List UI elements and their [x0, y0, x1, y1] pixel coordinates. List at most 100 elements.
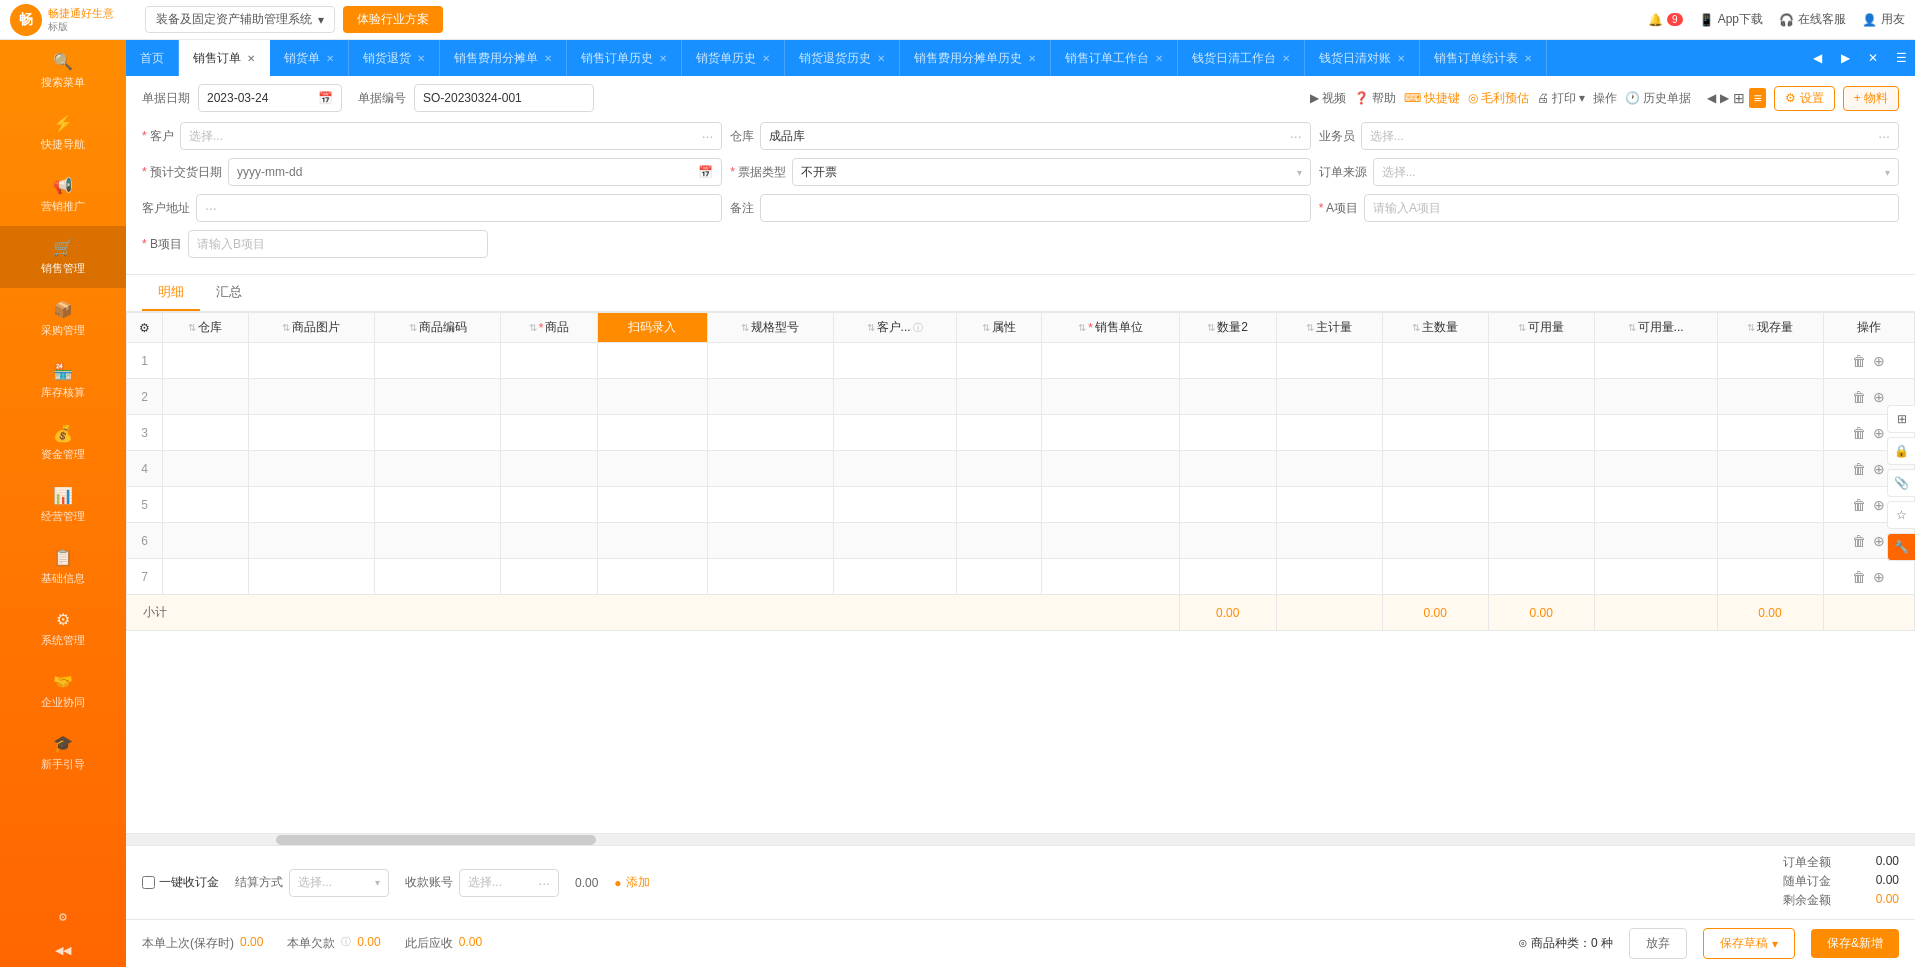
cell-2-1[interactable] — [163, 379, 249, 415]
sidebar-item-marketing[interactable]: 📢营销推广 — [0, 164, 126, 226]
sidebar-collapse[interactable]: ◀◀ — [0, 934, 126, 967]
sidebar-item-sales-mgmt[interactable]: 🛒销售管理 — [0, 226, 126, 288]
cell-6-11[interactable] — [1276, 523, 1382, 559]
add-btn[interactable]: ● 添加 — [614, 874, 649, 891]
cell-3-10[interactable] — [1179, 415, 1276, 451]
cell-6-1[interactable] — [163, 523, 249, 559]
tabs-prev-btn[interactable]: ◀ — [1803, 40, 1831, 76]
address-ellipsis[interactable]: ··· — [205, 200, 217, 216]
cell-3-7[interactable] — [833, 415, 956, 451]
profit-action[interactable]: ◎ 毛利预估 — [1468, 86, 1529, 111]
cell-5-1[interactable] — [163, 487, 249, 523]
sidebar-item-system-mgmt[interactable]: ⚙系统管理 — [0, 598, 126, 660]
cell-3-11[interactable] — [1276, 415, 1382, 451]
order-source-input[interactable]: 选择... ▾ — [1373, 158, 1899, 186]
cell-5-10[interactable] — [1179, 487, 1276, 523]
scroll-thumb[interactable] — [276, 835, 596, 845]
cell-4-6[interactable] — [707, 451, 833, 487]
cell-2-3[interactable] — [374, 379, 500, 415]
right-btn-5[interactable]: 🔧 — [1887, 533, 1915, 561]
cell-2-6[interactable] — [707, 379, 833, 415]
col-customer-field[interactable]: ⇅客户...ⓘ — [833, 313, 956, 343]
cell-1-12[interactable] — [1382, 343, 1488, 379]
project-b-input[interactable]: 请输入B项目 — [188, 230, 488, 258]
horizontal-scrollbar[interactable] — [126, 833, 1915, 845]
tab-sales-summary[interactable]: 销售订单统计表✕ — [1420, 40, 1547, 76]
tab-sales-return-history[interactable]: 销货退货历史✕ — [785, 40, 900, 76]
cell-3-6[interactable] — [707, 415, 833, 451]
cell-1-14[interactable] — [1594, 343, 1717, 379]
sidebar-item-purchase-mgmt[interactable]: 📦采购管理 — [0, 288, 126, 350]
cell-7-4[interactable] — [501, 559, 598, 595]
sidebar-settings[interactable]: ⚙ — [0, 901, 126, 934]
cell-7-6[interactable] — [707, 559, 833, 595]
cell-6-5[interactable] — [598, 523, 707, 559]
system-selector[interactable]: 装备及固定资产辅助管理系统 ▾ — [145, 6, 335, 33]
delete-row-6[interactable]: 🗑 — [1850, 531, 1868, 551]
cell-2-8[interactable] — [956, 379, 1042, 415]
cell-7-13[interactable] — [1488, 559, 1594, 595]
list-view-icon[interactable]: ≡ — [1749, 88, 1765, 108]
cell-7-9[interactable] — [1042, 559, 1179, 595]
cell-4-14[interactable] — [1594, 451, 1717, 487]
save-draft-button[interactable]: 保存草稿 ▾ — [1703, 928, 1795, 959]
tab-sales-expense-split[interactable]: 销售费用分摊单✕ — [440, 40, 567, 76]
cell-4-11[interactable] — [1276, 451, 1382, 487]
date-picker-icon[interactable]: 📅 — [698, 165, 713, 179]
cell-1-9[interactable] — [1042, 343, 1179, 379]
account-ellipsis[interactable]: ··· — [538, 875, 550, 891]
cell-5-3[interactable] — [374, 487, 500, 523]
online-help[interactable]: 🎧 在线客服 — [1779, 11, 1846, 28]
cell-1-7[interactable] — [833, 343, 956, 379]
cell-3-9[interactable] — [1042, 415, 1179, 451]
delivery-date-value[interactable] — [237, 165, 698, 179]
one-click-collect-checkbox[interactable]: 一键收订金 — [142, 874, 219, 891]
tab-close-sales-order-workbench[interactable]: ✕ — [1155, 53, 1163, 64]
col-available[interactable]: ⇅可用量 — [1488, 313, 1594, 343]
sidebar-item-basic-info[interactable]: 📋基础信息 — [0, 536, 126, 598]
operate-action[interactable]: 操作 — [1593, 86, 1617, 111]
cell-7-12[interactable] — [1382, 559, 1488, 595]
cell-6-8[interactable] — [956, 523, 1042, 559]
grid-view-icon[interactable]: ⊞ — [1733, 90, 1745, 106]
notification-item[interactable]: 🔔 9 9 — [1648, 13, 1683, 27]
tab-receivable-workbench[interactable]: 钱货日清工作台✕ — [1178, 40, 1305, 76]
cell-7-10[interactable] — [1179, 559, 1276, 595]
tab-home[interactable]: 首页 — [126, 40, 179, 76]
cell-4-12[interactable] — [1382, 451, 1488, 487]
tab-close-receivable-reconcile[interactable]: ✕ — [1397, 53, 1405, 64]
date-input[interactable]: 2023-03-24 📅 — [198, 84, 342, 112]
cell-7-14[interactable] — [1594, 559, 1717, 595]
tab-sales-order-history[interactable]: 销售订单历史✕ — [567, 40, 682, 76]
copy-row-7[interactable]: ⊕ — [1871, 567, 1887, 587]
cell-1-4[interactable] — [501, 343, 598, 379]
collect-account-input[interactable]: 选择... ··· — [459, 869, 559, 897]
tab-summary[interactable]: 汇总 — [200, 275, 258, 311]
cell-3-5[interactable] — [598, 415, 707, 451]
cell-5-7[interactable] — [833, 487, 956, 523]
cell-2-13[interactable] — [1488, 379, 1594, 415]
tab-close-sales-order[interactable]: ✕ — [247, 53, 255, 64]
sidebar-item-quick-nav[interactable]: ⚡快捷导航 — [0, 102, 126, 164]
cell-6-13[interactable] — [1488, 523, 1594, 559]
cell-5-15[interactable] — [1717, 487, 1823, 523]
one-click-checkbox-input[interactable] — [142, 876, 155, 889]
cell-4-1[interactable] — [163, 451, 249, 487]
cell-5-12[interactable] — [1382, 487, 1488, 523]
tabs-next-btn[interactable]: ▶ — [1831, 40, 1859, 76]
table-wrapper[interactable]: ⚙ ⇅仓库 ⇅商品图片 ⇅商品编码 — [126, 312, 1915, 833]
cell-4-3[interactable] — [374, 451, 500, 487]
remark-input[interactable] — [760, 194, 1310, 222]
customer-input[interactable]: 选择... ··· — [180, 122, 722, 150]
cell-6-10[interactable] — [1179, 523, 1276, 559]
cell-3-13[interactable] — [1488, 415, 1594, 451]
cell-5-4[interactable] — [501, 487, 598, 523]
tab-close-sales-expense-split[interactable]: ✕ — [544, 53, 552, 64]
cell-4-5[interactable] — [598, 451, 707, 487]
cell-5-8[interactable] — [956, 487, 1042, 523]
invoice-type-input[interactable]: 不开票 ▾ — [792, 158, 1310, 186]
tab-close-sales-return[interactable]: ✕ — [417, 53, 425, 64]
cell-2-9[interactable] — [1042, 379, 1179, 415]
cell-4-8[interactable] — [956, 451, 1042, 487]
user-item[interactable]: 👤 用友 — [1862, 11, 1905, 28]
